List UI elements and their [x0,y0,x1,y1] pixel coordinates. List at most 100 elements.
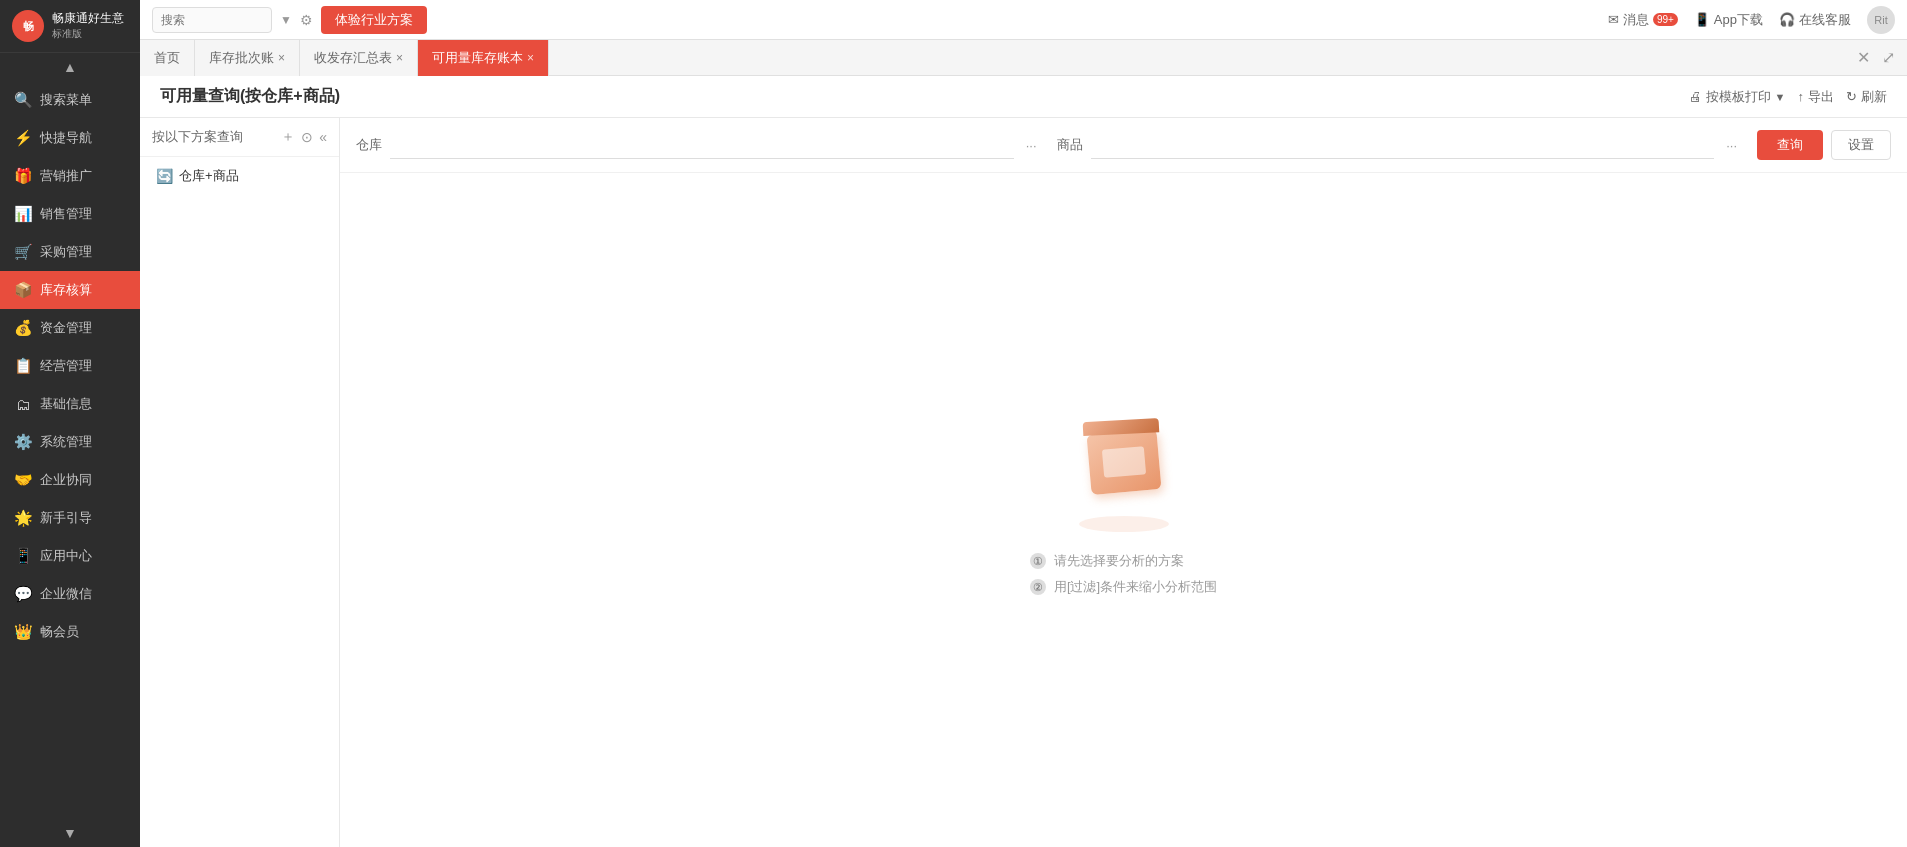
user-name: Rit [1874,14,1887,26]
sidebar-item-system[interactable]: ⚙️ 系统管理 [0,423,140,461]
enterprise-icon: 🤝 [14,471,32,489]
system-icon: ⚙️ [14,433,32,451]
sales-icon: 📊 [14,205,32,223]
app-icon: 📱 [1694,12,1710,27]
tab-home[interactable]: 首页 [140,40,195,76]
add-scheme-btn[interactable]: ＋ [281,128,295,146]
sidebar-item-shortcut[interactable]: ⚡ 快捷导航 [0,119,140,157]
tip-num-1: ① [1030,553,1046,569]
search-nav-icon: 🔍 [14,91,32,109]
print-action[interactable]: 🖨 按模板打印 ▼ [1689,88,1786,106]
app-download-label: App下载 [1714,11,1763,29]
refresh-label: 刷新 [1861,88,1887,106]
user-item[interactable]: Rit [1867,6,1895,34]
marketing-icon: 🎁 [14,167,32,185]
settings-button[interactable]: 设置 [1831,130,1891,160]
warehouse-more-btn[interactable]: ··· [1022,138,1041,153]
sidebar-item-newuser-label: 新手引导 [40,509,92,527]
sidebar-item-search[interactable]: 🔍 搜索菜单 [0,81,140,119]
member-icon: 👑 [14,623,32,641]
avatar: Rit [1867,6,1895,34]
shortcut-icon: ⚡ [14,129,32,147]
print-icon: 🖨 [1689,89,1702,104]
close-tab-btn[interactable]: ✕ [1853,44,1874,71]
filter-row: 仓库 ··· 商品 ··· 查询 设置 [340,118,1907,173]
refresh-action[interactable]: ↻ 刷新 [1846,88,1887,106]
product-filter-input[interactable] [1091,131,1715,159]
sidebar-item-finance-label: 资金管理 [40,319,92,337]
online-service-item[interactable]: 🎧 在线客服 [1779,11,1851,29]
sidebar-item-operation[interactable]: 📋 经营管理 [0,347,140,385]
tab-summary[interactable]: 收发存汇总表 × [300,40,418,76]
export-action[interactable]: ↑ 导出 [1798,88,1835,106]
scroll-up-icon[interactable]: ▲ [0,53,140,81]
empty-tips: ① 请先选择要分析的方案 ② 用[过滤]条件来缩小分析范围 [1030,552,1217,604]
tab-available[interactable]: 可用量库存账本 × [418,40,549,76]
topbar: ▼ ⚙ 体验行业方案 ✉ 消息 99+ 📱 App下载 🎧 在线客服 Rit [140,0,1907,40]
sidebar-item-operation-label: 经营管理 [40,357,92,375]
sidebar-item-enterprise[interactable]: 🤝 企业协同 [0,461,140,499]
content-area: 按以下方案查询 ＋ ⊙ « 🔄 仓库+商品 仓库 ··· [140,118,1907,847]
tab-available-label: 可用量库存账本 [432,49,523,67]
sidebar-nav: 🔍 搜索菜单 ⚡ 快捷导航 🎁 营销推广 📊 销售管理 🛒 采购管理 📦 库存核… [0,81,140,819]
gear-icon[interactable]: ⚙ [300,12,313,28]
left-panel: 按以下方案查询 ＋ ⊙ « 🔄 仓库+商品 [140,118,340,847]
empty-tip-2: ② 用[过滤]条件来缩小分析范围 [1030,578,1217,596]
sidebar-item-wechat-label: 企业微信 [40,585,92,603]
sidebar-item-appcenter[interactable]: 📱 应用中心 [0,537,140,575]
tab-available-close-icon[interactable]: × [527,51,534,65]
message-item[interactable]: ✉ 消息 99+ [1608,11,1678,29]
tab-summary-close-icon[interactable]: × [396,51,403,65]
print-dropdown-icon[interactable]: ▼ [1775,91,1786,103]
maximize-tab-btn[interactable]: ⤢ [1878,44,1899,71]
sidebar-item-finance[interactable]: 💰 资金管理 [0,309,140,347]
sidebar: 畅 畅康通好生意 标准版 ▲ 🔍 搜索菜单 ⚡ 快捷导航 🎁 营销推广 📊 销售… [0,0,140,847]
print-label: 按模板打印 [1706,88,1771,106]
sidebar-item-newuser[interactable]: 🌟 新手引导 [0,499,140,537]
tab-batch[interactable]: 库存批次账 × [195,40,300,76]
sidebar-item-inventory[interactable]: 📦 库存核算 [0,271,140,309]
tabs-bar: 首页 库存批次账 × 收发存汇总表 × 可用量库存账本 × ✕ ⤢ [140,40,1907,76]
page-actions: 🖨 按模板打印 ▼ ↑ 导出 ↻ 刷新 [1689,88,1887,106]
topbar-search-input[interactable] [152,7,272,33]
tabs-actions: ✕ ⤢ [1853,44,1907,71]
purchase-icon: 🛒 [14,243,32,261]
export-label: 导出 [1808,88,1834,106]
refresh-icon: ↻ [1846,89,1857,104]
message-badge: 99+ [1653,13,1678,26]
tab-batch-close-icon[interactable]: × [278,51,285,65]
tab-summary-label: 收发存汇总表 [314,49,392,67]
warehouse-filter-label: 仓库 [356,136,382,154]
query-button[interactable]: 查询 [1757,130,1823,160]
product-more-btn[interactable]: ··· [1722,138,1741,153]
app-download-item[interactable]: 📱 App下载 [1694,11,1763,29]
product-filter-group: 商品 ··· [1057,131,1742,159]
sidebar-item-basic-label: 基础信息 [40,395,92,413]
sidebar-logo: 畅 [12,10,44,42]
sidebar-subtitle: 标准版 [52,27,124,41]
sidebar-item-system-label: 系统管理 [40,433,92,451]
tip-num-2: ② [1030,579,1046,595]
sidebar-item-purchase[interactable]: 🛒 采购管理 [0,233,140,271]
industry-btn[interactable]: 体验行业方案 [321,6,427,34]
topbar-right: ✉ 消息 99+ 📱 App下载 🎧 在线客服 Rit [1608,6,1895,34]
sidebar-header: 畅 畅康通好生意 标准版 [0,0,140,53]
service-icon: 🎧 [1779,12,1795,27]
sidebar-item-appcenter-label: 应用中心 [40,547,92,565]
newuser-icon: 🌟 [14,509,32,527]
settings-scheme-btn[interactable]: ⊙ [301,128,313,146]
sidebar-item-marketing[interactable]: 🎁 营销推广 [0,157,140,195]
warehouse-filter-input[interactable] [390,131,1014,159]
dropdown-arrow-icon[interactable]: ▼ [280,13,292,27]
left-panel-actions: ＋ ⊙ « [281,128,327,146]
page-header: 可用量查询(按仓库+商品) 🖨 按模板打印 ▼ ↑ 导出 ↻ 刷新 [140,76,1907,118]
sidebar-item-wechat[interactable]: 💬 企业微信 [0,575,140,613]
sidebar-item-sales[interactable]: 📊 销售管理 [0,195,140,233]
scroll-down-icon[interactable]: ▼ [0,819,140,847]
tab-batch-label: 库存批次账 [209,49,274,67]
sidebar-item-member[interactable]: 👑 畅会员 [0,613,140,651]
sidebar-item-basic[interactable]: 🗂 基础信息 [0,385,140,423]
right-panel: 仓库 ··· 商品 ··· 查询 设置 [340,118,1907,847]
collapse-panel-btn[interactable]: « [319,128,327,146]
scheme-item[interactable]: 🔄 仓库+商品 [140,157,339,195]
